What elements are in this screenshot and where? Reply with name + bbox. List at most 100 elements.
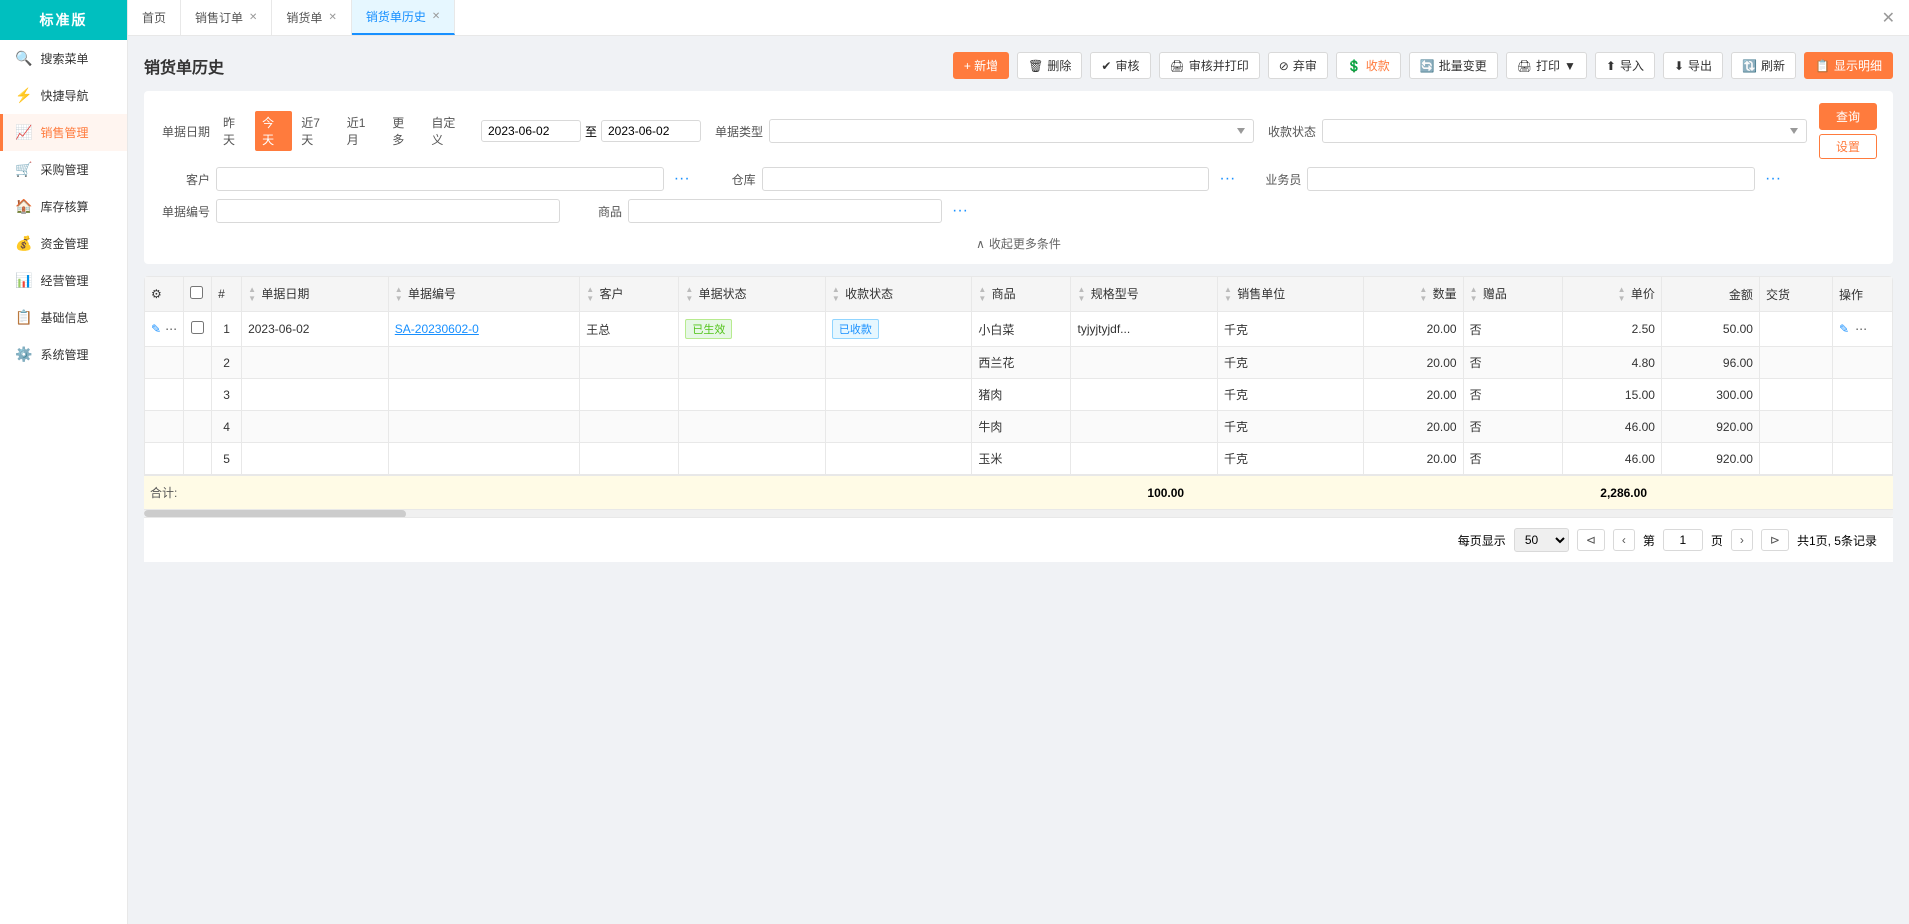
salesman-dots[interactable]: ··· xyxy=(1761,170,1785,188)
row-action[interactable] xyxy=(1833,379,1893,411)
date-tab-1month[interactable]: 近1月 xyxy=(340,111,384,151)
row-action[interactable] xyxy=(1833,411,1893,443)
sort-gift-icon[interactable]: ▲▼ xyxy=(1470,286,1478,303)
row-check[interactable] xyxy=(184,379,212,411)
row-docno[interactable] xyxy=(388,379,579,411)
row-action[interactable] xyxy=(1833,347,1893,379)
row-docno[interactable] xyxy=(388,347,579,379)
sidebar-item-inventory[interactable]: 🏠 库存核算 xyxy=(0,188,127,225)
date-tab-custom[interactable]: 自定义 xyxy=(424,111,473,151)
date-tab-yesterday[interactable]: 昨天 xyxy=(216,111,253,151)
query-button[interactable]: 查询 xyxy=(1819,103,1877,130)
add-button[interactable]: + 新增 xyxy=(953,52,1009,79)
prev-page-button[interactable]: ‹ xyxy=(1613,529,1635,551)
last-page-button[interactable]: ⊳ xyxy=(1761,529,1789,551)
row-check[interactable] xyxy=(184,443,212,475)
page-input[interactable] xyxy=(1663,529,1703,551)
date-tab-more[interactable]: 更多 xyxy=(385,111,422,151)
row-check[interactable] xyxy=(184,411,212,443)
col-collect-status[interactable]: ▲▼ 收款状态 xyxy=(825,277,971,312)
first-page-button[interactable]: ⊲ xyxy=(1577,529,1605,551)
warehouse-input[interactable] xyxy=(762,167,1210,191)
sort-spec-icon[interactable]: ▲▼ xyxy=(1077,286,1085,303)
sidebar-item-purchase-mgmt[interactable]: 🛒 采购管理 xyxy=(0,151,127,188)
sort-customer-icon[interactable]: ▲▼ xyxy=(586,286,594,303)
col-price[interactable]: ▲▼ 单价 xyxy=(1562,277,1661,312)
row-edit-icon[interactable]: ✎ xyxy=(151,322,161,336)
doc-type-select[interactable] xyxy=(769,119,1254,143)
col-gear[interactable]: ⚙ xyxy=(145,277,184,312)
per-page-select[interactable]: 50 100 200 xyxy=(1514,528,1569,552)
sidebar-item-finance-mgmt[interactable]: 💰 资金管理 xyxy=(0,225,127,262)
row-docno[interactable] xyxy=(388,411,579,443)
refresh-button[interactable]: 🔃 刷新 xyxy=(1731,52,1796,79)
date-to-input[interactable] xyxy=(601,120,701,142)
close-all-tabs-button[interactable]: ✕ xyxy=(1868,8,1909,28)
row-action-more[interactable]: ⋯ xyxy=(1855,322,1867,336)
sort-date-icon[interactable]: ▲▼ xyxy=(248,286,256,303)
col-goods[interactable]: ▲▼ 商品 xyxy=(972,277,1071,312)
row-docno[interactable] xyxy=(388,443,579,475)
sidebar-item-basic-info[interactable]: 📋 基础信息 xyxy=(0,299,127,336)
select-all-checkbox[interactable] xyxy=(190,286,203,299)
col-gift[interactable]: ▲▼ 赠品 xyxy=(1463,277,1562,312)
row-docno[interactable]: SA-20230602-0 xyxy=(388,312,579,347)
sidebar-item-quick-nav[interactable]: ⚡ 快捷导航 xyxy=(0,77,127,114)
row-action-edit[interactable]: ✎ xyxy=(1839,322,1849,336)
date-tab-today[interactable]: 今天 xyxy=(255,111,292,151)
abandon-button[interactable]: ⊘ 弃审 xyxy=(1268,52,1328,79)
sort-price-icon[interactable]: ▲▼ xyxy=(1618,286,1626,303)
col-date[interactable]: ▲▼ 单据日期 xyxy=(242,277,389,312)
goods-input[interactable] xyxy=(628,199,942,223)
tab-history[interactable]: 销货单历史 ✕ xyxy=(352,0,455,35)
sort-goods-icon[interactable]: ▲▼ xyxy=(978,286,986,303)
import-button[interactable]: ⬆ 导入 xyxy=(1595,52,1655,79)
next-page-button[interactable]: › xyxy=(1731,529,1753,551)
display-detail-button[interactable]: 📋 显示明细 xyxy=(1804,52,1893,79)
collect-button[interactable]: 💲 收款 xyxy=(1336,52,1401,79)
date-from-input[interactable] xyxy=(481,120,581,142)
date-tab-7days[interactable]: 近7天 xyxy=(294,111,338,151)
col-unit[interactable]: ▲▼ 销售单位 xyxy=(1217,277,1363,312)
sort-unit-icon[interactable]: ▲▼ xyxy=(1224,286,1232,303)
sort-collectstatus-icon[interactable]: ▲▼ xyxy=(832,286,840,303)
row-check[interactable] xyxy=(184,312,212,347)
tab-sales-delivery[interactable]: 销货单 ✕ xyxy=(272,0,351,35)
sort-docno-icon[interactable]: ▲▼ xyxy=(395,286,403,303)
docno-input[interactable] xyxy=(216,199,560,223)
row-check[interactable] xyxy=(184,347,212,379)
row-checkbox[interactable] xyxy=(191,321,204,334)
row-more-icon[interactable]: ⋯ xyxy=(165,322,177,336)
close-sales-delivery-icon[interactable]: ✕ xyxy=(328,12,336,23)
col-customer[interactable]: ▲▼ 客户 xyxy=(580,277,679,312)
customer-dots[interactable]: ··· xyxy=(670,170,694,188)
col-spec[interactable]: ▲▼ 规格型号 xyxy=(1071,277,1217,312)
col-qty[interactable]: ▲▼ 数量 xyxy=(1364,277,1463,312)
audit-print-button[interactable]: 🖨 审核并打印 xyxy=(1159,52,1260,79)
close-history-icon[interactable]: ✕ xyxy=(432,11,440,22)
setting-button[interactable]: 设置 xyxy=(1819,134,1877,159)
sidebar-item-search-menu[interactable]: 🔍 搜索菜单 xyxy=(0,40,127,77)
delete-button[interactable]: 🗑 删除 xyxy=(1017,52,1082,79)
export-button[interactable]: ⬇ 导出 xyxy=(1663,52,1723,79)
row-docno-link[interactable]: SA-20230602-0 xyxy=(395,322,479,336)
sidebar-item-sales-mgmt[interactable]: 📈 销售管理 xyxy=(0,114,127,151)
collect-status-select[interactable] xyxy=(1322,119,1807,143)
scrollbar-area[interactable] xyxy=(144,509,1893,517)
sort-qty-icon[interactable]: ▲▼ xyxy=(1419,286,1427,303)
sidebar-item-sys-mgmt[interactable]: ⚙️ 系统管理 xyxy=(0,336,127,373)
tab-sales-order[interactable]: 销售订单 ✕ xyxy=(181,0,272,35)
collapse-row[interactable]: ∧ 收起更多条件 xyxy=(160,231,1877,252)
col-docno[interactable]: ▲▼ 单据编号 xyxy=(388,277,579,312)
row-action[interactable]: ✎⋯ xyxy=(1833,312,1893,347)
audit-button[interactable]: ✔ 审核 xyxy=(1090,52,1150,79)
goods-dots[interactable]: ··· xyxy=(948,202,972,220)
warehouse-dots[interactable]: ··· xyxy=(1215,170,1239,188)
row-action[interactable] xyxy=(1833,443,1893,475)
tab-home[interactable]: 首页 xyxy=(128,0,181,35)
col-doc-status[interactable]: ▲▼ 单据状态 xyxy=(679,277,825,312)
sidebar-item-ops-mgmt[interactable]: 📊 经营管理 xyxy=(0,262,127,299)
batch-change-button[interactable]: 🔄 批量变更 xyxy=(1409,52,1498,79)
customer-input[interactable] xyxy=(216,167,664,191)
close-sales-order-icon[interactable]: ✕ xyxy=(249,12,257,23)
